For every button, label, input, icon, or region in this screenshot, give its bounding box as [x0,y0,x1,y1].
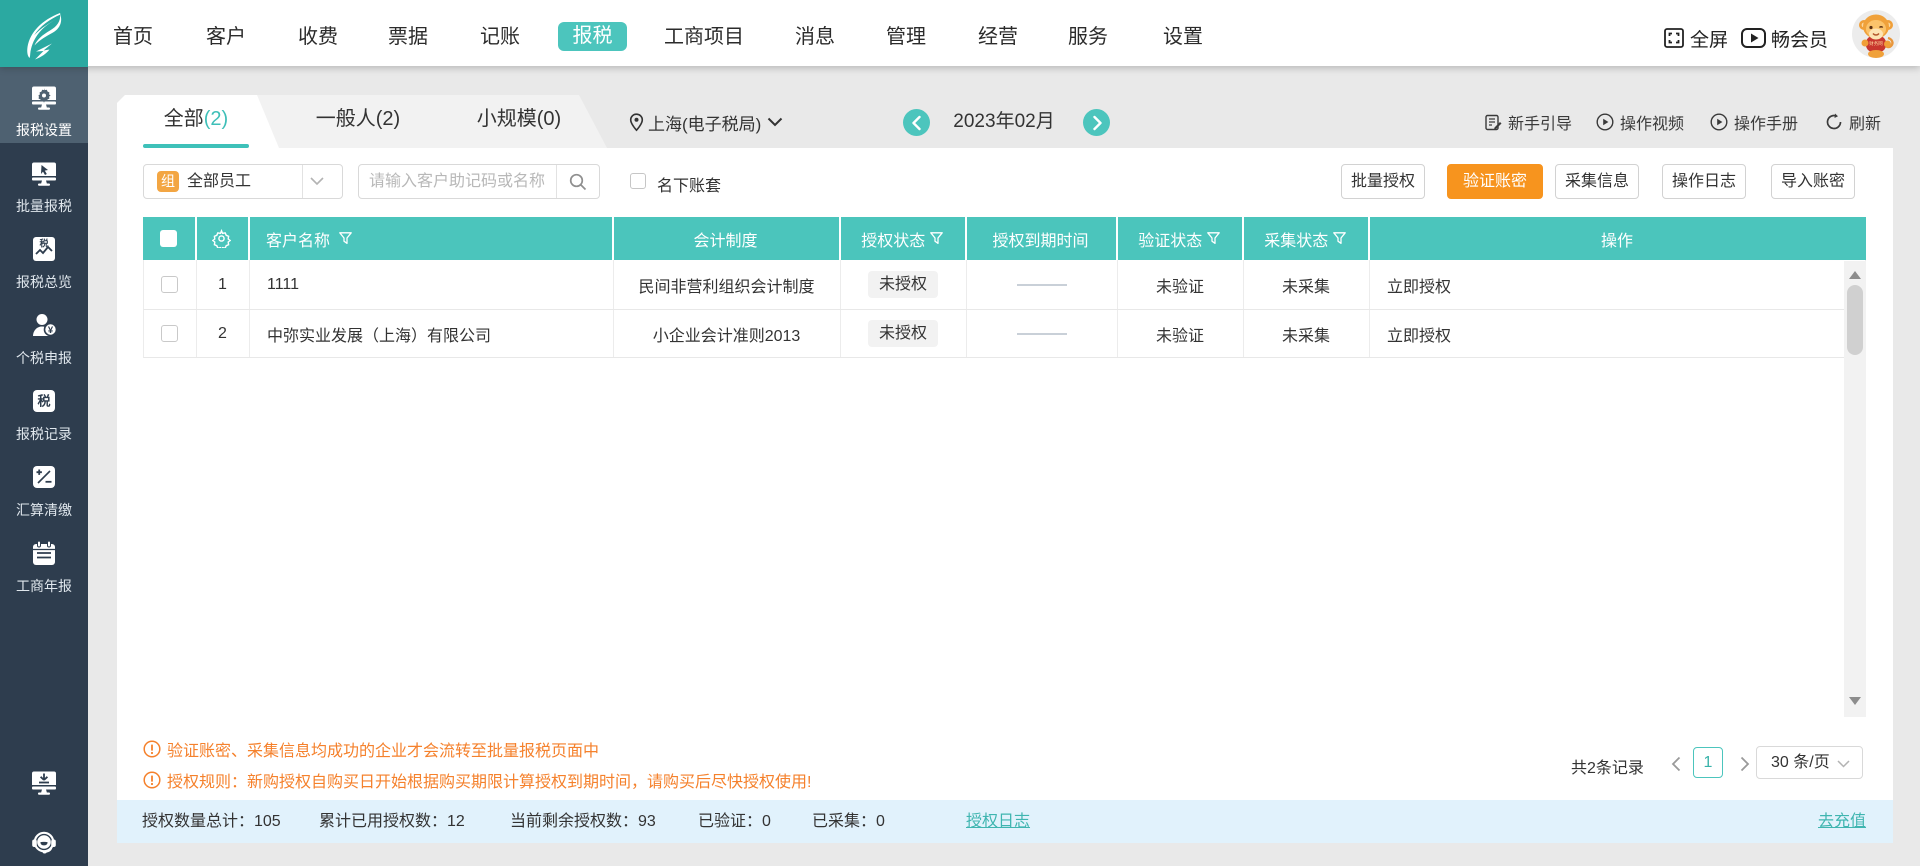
svg-text:财务网: 财务网 [1869,40,1883,47]
svg-text:¥: ¥ [48,325,54,336]
svg-text:税: 税 [37,394,50,409]
